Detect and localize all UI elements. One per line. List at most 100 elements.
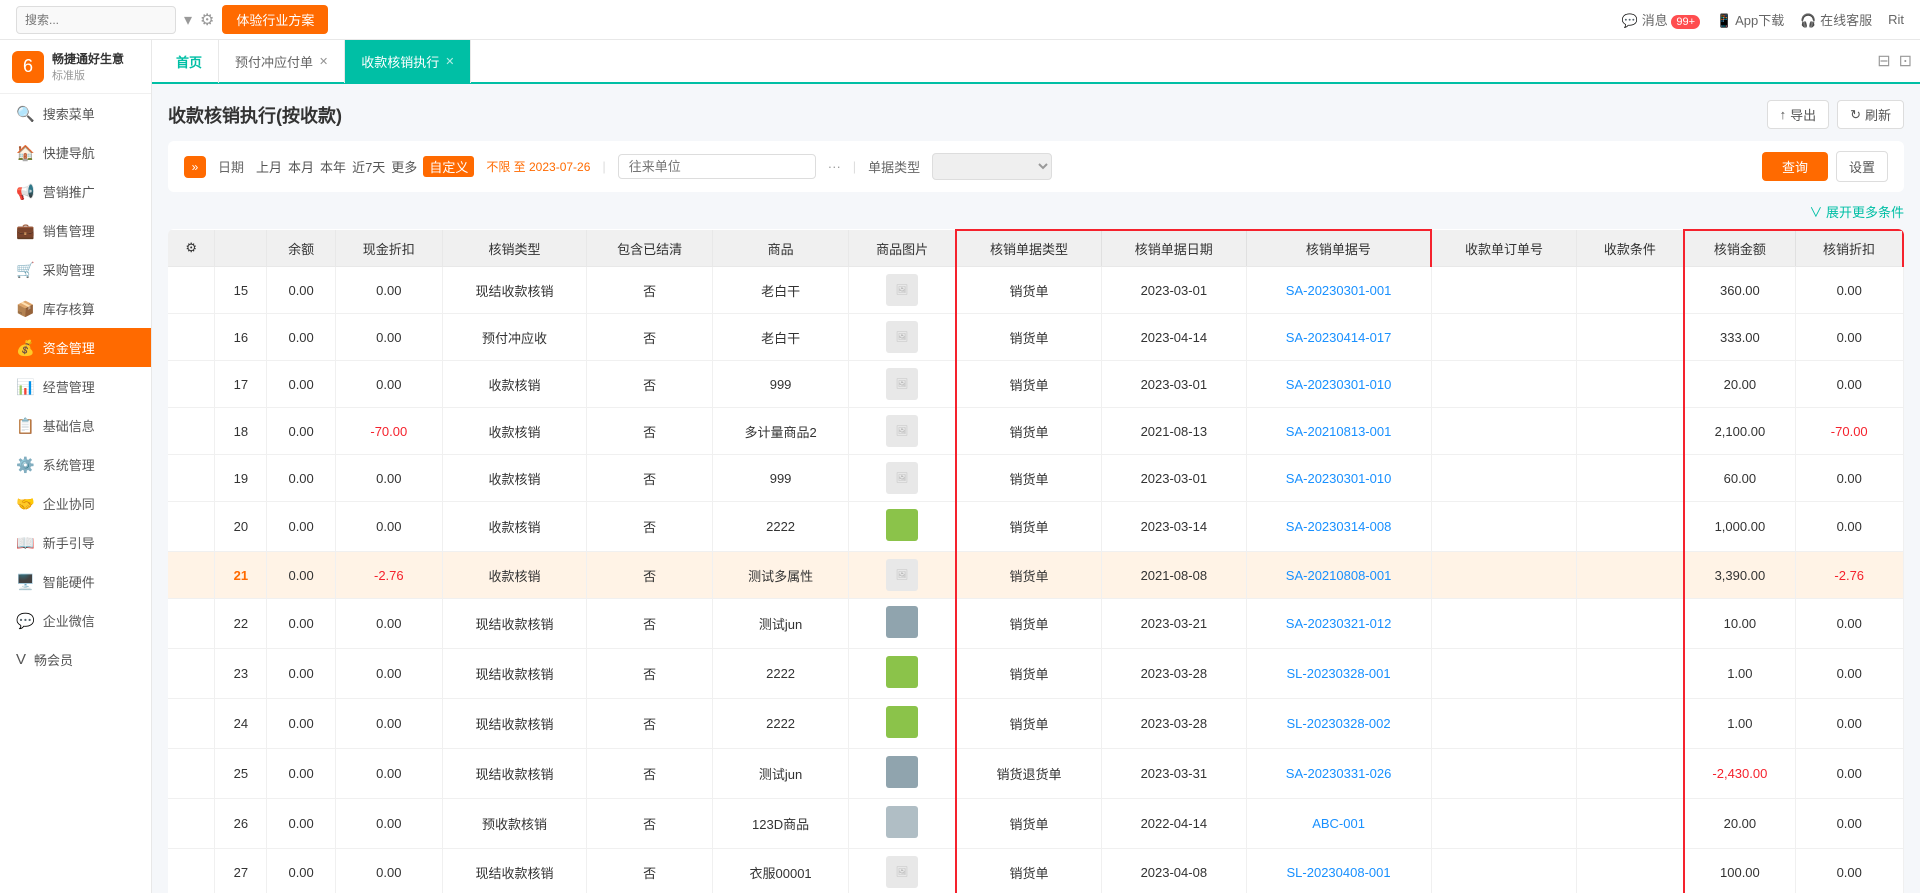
cell-write-off-discount: 0.00 — [1795, 699, 1903, 749]
expand-more-button[interactable]: ∨ 展开更多条件 — [1809, 202, 1904, 221]
sidebar-item-marketing[interactable]: 📢 营销推广 — [0, 172, 151, 211]
tab-home[interactable]: 首页 — [160, 40, 219, 83]
message-icon[interactable]: 💬 消息 99+ — [1622, 10, 1700, 29]
col-write-off-discount-header: 核销折扣 — [1795, 230, 1903, 267]
cell-receipt-voucher-date: 2023-03-01 — [1101, 361, 1246, 408]
sidebar-item-purchase[interactable]: 🛒 采购管理 — [0, 250, 151, 289]
cell-balance: 0.00 — [267, 699, 336, 749]
settings-icon[interactable]: ⚙ — [185, 240, 197, 255]
cell-include-settled: 否 — [587, 699, 713, 749]
cell-settings — [168, 267, 215, 314]
page-content: 收款核销执行(按收款) ↑ 导出 ↻ 刷新 » 日期 上月 — [152, 84, 1920, 893]
search-input[interactable] — [16, 6, 176, 34]
cell-include-settled: 否 — [587, 599, 713, 649]
settings-button[interactable]: 设置 — [1836, 151, 1888, 182]
sidebar-item-operations[interactable]: 📊 经营管理 — [0, 367, 151, 406]
col-settings-header[interactable]: ⚙ — [168, 230, 215, 267]
chevron-down-icon[interactable]: ▾ — [184, 10, 192, 30]
expand-icon: ∨ — [1809, 205, 1822, 220]
message-badge: 99+ — [1671, 15, 1700, 29]
date-this-year[interactable]: 本年 — [320, 157, 346, 176]
sidebar-item-label: 新手引导 — [43, 533, 95, 552]
date-custom[interactable]: 自定义 — [423, 156, 474, 177]
col-receipt-voucher-no-header: 核销单据号 — [1246, 230, 1431, 267]
cell-settings — [168, 455, 215, 502]
app-download-link[interactable]: 📱 App下载 — [1716, 10, 1784, 29]
date-this-month[interactable]: 本月 — [288, 157, 314, 176]
cell-receipt-voucher-type: 销货单 — [956, 699, 1101, 749]
receipt-type-select[interactable] — [932, 153, 1052, 180]
cell-goods-img: 🖼 — [849, 455, 956, 502]
cell-receipt-voucher-no[interactable]: ABC-001 — [1246, 799, 1431, 849]
cell-cash-discount: 0.00 — [335, 502, 442, 552]
cell-settings — [168, 649, 215, 699]
user-name[interactable]: Rit — [1888, 12, 1904, 27]
solution-button[interactable]: 体验行业方案 — [222, 5, 328, 34]
col-seq-header — [215, 230, 267, 267]
operations-icon: 📊 — [16, 378, 35, 396]
cell-receipt-voucher-no[interactable]: SA-20210808-001 — [1246, 552, 1431, 599]
cell-receipt-voucher-type: 销货单 — [956, 314, 1101, 361]
sidebar-item-guide[interactable]: 📖 新手引导 — [0, 523, 151, 562]
cell-include-settled: 否 — [587, 408, 713, 455]
cell-receipt-voucher-no[interactable]: SA-20230301-010 — [1246, 361, 1431, 408]
sidebar-item-label: 系统管理 — [43, 455, 95, 474]
sidebar-item-search[interactable]: 🔍 搜索菜单 — [0, 94, 151, 133]
cell-receipt-condition — [1576, 408, 1683, 455]
cell-receipt-voucher-no[interactable]: SA-20210813-001 — [1246, 408, 1431, 455]
cell-receipt-voucher-no[interactable]: SL-20230408-001 — [1246, 849, 1431, 893]
cell-write-off-amount: 1,000.00 — [1684, 502, 1796, 552]
sidebar-item-member[interactable]: V 畅会员 — [0, 640, 151, 679]
cell-write-off-discount: -70.00 — [1795, 408, 1903, 455]
sidebar-item-finance[interactable]: 💰 资金管理 — [0, 328, 151, 367]
sidebar-item-basic-info[interactable]: 📋 基础信息 — [0, 406, 151, 445]
filter-toggle-button[interactable]: » — [184, 156, 206, 178]
date-7-days[interactable]: 近7天 — [352, 157, 385, 176]
cell-receipt-voucher-no[interactable]: SA-20230414-017 — [1246, 314, 1431, 361]
tab-prepay[interactable]: 预付冲应付单 ✕ — [219, 40, 345, 83]
sidebar-item-sales[interactable]: 💼 销售管理 — [0, 211, 151, 250]
sidebar-item-quick-nav[interactable]: 🏠 快捷导航 — [0, 133, 151, 172]
date-last-month[interactable]: 上月 — [256, 157, 282, 176]
export-button[interactable]: ↑ 导出 — [1767, 100, 1830, 129]
sidebar-item-wechat[interactable]: 💬 企业微信 — [0, 601, 151, 640]
cell-goods: 测试jun — [712, 599, 848, 649]
table-row: 23 0.00 0.00 现结收款核销 否 2222 销货单 2023-03-2… — [168, 649, 1903, 699]
cell-receipt-voucher-no[interactable]: SA-20230301-010 — [1246, 455, 1431, 502]
tab-minimize-button[interactable]: ⊟ — [1877, 51, 1890, 71]
cell-write-off-amount: 60.00 — [1684, 455, 1796, 502]
from-unit-input[interactable] — [618, 154, 816, 179]
query-button[interactable]: 查询 — [1762, 152, 1828, 181]
cell-receipt-voucher-no[interactable]: SA-20230331-026 — [1246, 749, 1431, 799]
sidebar-item-system[interactable]: ⚙️ 系统管理 — [0, 445, 151, 484]
tab-receivable-close-icon[interactable]: ✕ — [445, 55, 454, 68]
cell-receipt-voucher-no[interactable]: SA-20230314-008 — [1246, 502, 1431, 552]
cell-settings — [168, 849, 215, 893]
sidebar-item-hardware[interactable]: 🖥️ 智能硬件 — [0, 562, 151, 601]
logo-text: 畅捷通好生意 标准版 — [52, 50, 124, 83]
tab-expand-button[interactable]: ⊡ — [1899, 51, 1912, 71]
cell-receipt-order-no — [1431, 749, 1576, 799]
cell-settings — [168, 361, 215, 408]
cell-goods-img: 🖼 — [849, 408, 956, 455]
cell-receipt-voucher-no[interactable]: SL-20230328-001 — [1246, 649, 1431, 699]
cell-receipt-voucher-no[interactable]: SL-20230328-002 — [1246, 699, 1431, 749]
refresh-button[interactable]: ↻ 刷新 — [1837, 100, 1904, 129]
gear-icon[interactable]: ⚙ — [200, 10, 214, 30]
online-service-link[interactable]: 🎧 在线客服 — [1800, 10, 1872, 29]
cell-receipt-order-no — [1431, 267, 1576, 314]
cell-receipt-voucher-type: 销货单 — [956, 649, 1101, 699]
cell-goods-img: 🖼 — [849, 361, 956, 408]
date-more[interactable]: 更多 — [391, 157, 417, 176]
cell-receipt-voucher-type: 销货单 — [956, 267, 1101, 314]
sidebar-item-inventory[interactable]: 📦 库存核算 — [0, 289, 151, 328]
tab-prepay-close-icon[interactable]: ✕ — [319, 55, 328, 68]
cell-write-off-type: 现结收款核销 — [442, 267, 587, 314]
cell-receipt-voucher-date: 2023-04-08 — [1101, 849, 1246, 893]
tab-receivable[interactable]: 收款核销执行 ✕ — [345, 40, 471, 83]
cell-include-settled: 否 — [587, 749, 713, 799]
table-container: ⚙ 余额 现金折扣 核销类型 包含已结清 商品 商品图片 核销单据类型 核销单据… — [168, 229, 1904, 893]
cell-receipt-voucher-no[interactable]: SA-20230321-012 — [1246, 599, 1431, 649]
cell-receipt-voucher-no[interactable]: SA-20230301-001 — [1246, 267, 1431, 314]
sidebar-item-enterprise[interactable]: 🤝 企业协同 — [0, 484, 151, 523]
